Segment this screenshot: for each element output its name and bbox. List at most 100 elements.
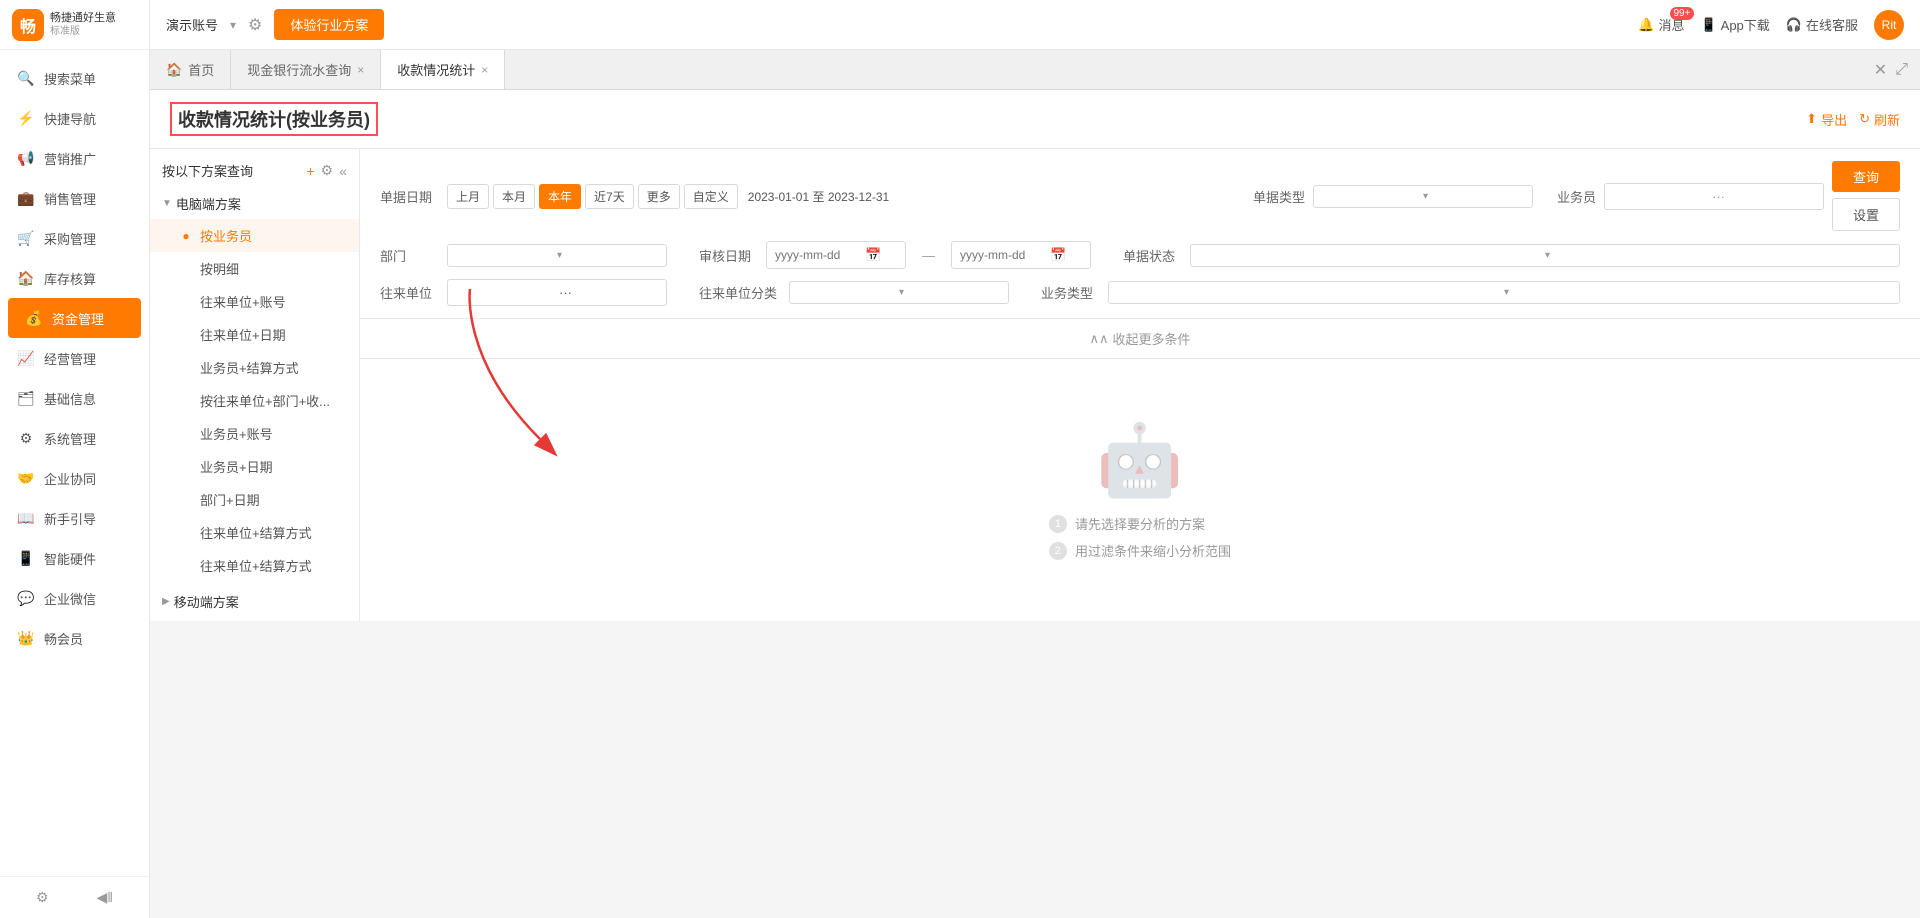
- doc-status-select[interactable]: ▾: [1190, 244, 1900, 267]
- sidebar-item-快捷导航[interactable]: ⚡快捷导航: [0, 98, 149, 138]
- sidebar-item-系统管理[interactable]: ⚙系统管理: [0, 418, 149, 458]
- tab-bank-flow-close[interactable]: ×: [357, 63, 364, 77]
- counterparty-label: 往来单位: [380, 283, 435, 302]
- sidebar-item-畅会员[interactable]: 👑畅会员: [0, 618, 149, 658]
- settings-footer-icon[interactable]: ⚙: [36, 889, 49, 906]
- export-btn[interactable]: ⬆ 导出: [1806, 110, 1847, 129]
- scheme-item-label-1: 按明细: [200, 259, 239, 278]
- tabs-right: ✕ ⤢: [1862, 50, 1920, 89]
- counterparty-category-select[interactable]: ▾: [789, 281, 1009, 304]
- scheme-group-mobile-title[interactable]: ▶ 移动端方案: [150, 586, 359, 617]
- sidebar-footer: ⚙ ◀‖: [0, 876, 149, 918]
- app-download-btn[interactable]: 📱 App下载: [1700, 15, 1769, 34]
- messages-btn[interactable]: 🔔 消息 99+: [1638, 15, 1684, 34]
- salesperson-select[interactable]: ···: [1604, 183, 1824, 210]
- doc-type-select[interactable]: ▾: [1313, 185, 1533, 208]
- tab-bank-flow[interactable]: 现金银行流水查询 ×: [231, 50, 381, 89]
- sidebar-item-营销推广[interactable]: 📢营销推广: [0, 138, 149, 178]
- add-scheme-btn[interactable]: +: [306, 163, 314, 179]
- calendar-to-icon: 📅: [1050, 247, 1066, 263]
- sidebar-icon-4: 🛒: [16, 228, 36, 248]
- scheme-item-7[interactable]: 业务员+日期: [150, 450, 359, 483]
- scheme-group-desktop-title[interactable]: ▼ 电脑端方案: [150, 188, 359, 219]
- sidebar-item-资金管理[interactable]: 💰资金管理: [8, 298, 141, 338]
- sidebar-item-企业微信[interactable]: 💬企业微信: [0, 578, 149, 618]
- tab-home[interactable]: 🏠 首页: [150, 50, 231, 89]
- counterparty-select[interactable]: ···: [447, 279, 667, 306]
- scheme-item-8[interactable]: 部门+日期: [150, 483, 359, 516]
- date-btn-last-month[interactable]: 上月: [447, 184, 489, 209]
- department-select[interactable]: ▾: [447, 244, 667, 267]
- close-all-tabs-icon[interactable]: ✕: [1874, 60, 1887, 80]
- sidebar-nav: 🔍搜索菜单⚡快捷导航📢营销推广💼销售管理🛒采购管理🏠库存核算💰资金管理📈经营管理…: [0, 50, 149, 876]
- expand-tabs-icon[interactable]: ⤢: [1895, 61, 1908, 79]
- trial-btn[interactable]: 体验行业方案: [274, 9, 384, 40]
- filter-row-3: 往来单位 ··· 往来单位分类 ▾ 业务类型: [380, 279, 1900, 306]
- sidebar-item-采购管理[interactable]: 🛒采购管理: [0, 218, 149, 258]
- scheme-item-0[interactable]: ●按业务员: [150, 219, 359, 252]
- sidebar-label-9: 系统管理: [44, 429, 96, 448]
- sidebar-icon-7: 📈: [16, 348, 36, 368]
- sidebar-item-销售管理[interactable]: 💼销售管理: [0, 178, 149, 218]
- sidebar-item-智能硬件[interactable]: 📱智能硬件: [0, 538, 149, 578]
- page-title-box: 收款情况统计(按业务员): [170, 102, 378, 136]
- collapse-icon: ∧∧: [1089, 331, 1108, 347]
- group-arrow-icon: ▼: [162, 198, 172, 209]
- online-service-btn[interactable]: 🎧 在线客服: [1786, 15, 1858, 34]
- sidebar-icon-8: 🗂: [16, 388, 36, 408]
- scheme-item-1[interactable]: 按明细: [150, 252, 359, 285]
- gear-scheme-btn[interactable]: ⚙: [321, 162, 334, 179]
- query-btn[interactable]: 查询: [1832, 161, 1900, 192]
- review-date-from-input[interactable]: [775, 248, 865, 262]
- sidebar-item-基础信息[interactable]: 🗂基础信息: [0, 378, 149, 418]
- date-btn-7days[interactable]: 近7天: [585, 184, 634, 209]
- review-date-to-input[interactable]: [960, 248, 1050, 262]
- scheme-item-10[interactable]: 往来单位+结算方式: [150, 549, 359, 582]
- date-btn-this-year[interactable]: 本年: [539, 184, 581, 209]
- home-icon: 🏠: [166, 62, 182, 78]
- scheme-item-6[interactable]: 业务员+账号: [150, 417, 359, 450]
- group-mobile-label: 移动端方案: [174, 592, 239, 611]
- scheme-item-9[interactable]: 往来单位+结算方式: [150, 516, 359, 549]
- sidebar-item-新手引导[interactable]: 📖新手引导: [0, 498, 149, 538]
- scheme-header-label: 按以下方案查询: [162, 161, 253, 180]
- date-btn-more[interactable]: 更多: [638, 184, 680, 209]
- collapse-sidebar-icon[interactable]: ◀‖: [96, 889, 113, 906]
- sidebar-icon-1: ⚡: [16, 108, 36, 128]
- salesperson-dots-icon[interactable]: ···: [1712, 189, 1809, 204]
- sidebar-item-库存核算[interactable]: 🏠库存核算: [0, 258, 149, 298]
- sidebar-item-经营管理[interactable]: 📈经营管理: [0, 338, 149, 378]
- scheme-item-label-6: 业务员+账号: [200, 424, 273, 443]
- scheme-item-3[interactable]: 往来单位+日期: [150, 318, 359, 351]
- date-btn-custom[interactable]: 自定义: [684, 184, 738, 209]
- user-avatar[interactable]: Rit: [1874, 10, 1904, 40]
- scheme-item-label-0: 按业务员: [200, 226, 252, 245]
- refresh-btn[interactable]: ↻ 刷新: [1859, 110, 1900, 129]
- review-date-from[interactable]: 📅: [766, 241, 906, 269]
- scheme-item-icon-6: [178, 426, 194, 442]
- sidebar-item-企业协同[interactable]: 🤝企业协同: [0, 458, 149, 498]
- scheme-header-actions: + ⚙ «: [306, 162, 347, 179]
- sidebar-item-搜索菜单[interactable]: 🔍搜索菜单: [0, 58, 149, 98]
- scheme-item-5[interactable]: 按往来单位+部门+收...: [150, 384, 359, 417]
- settings-btn[interactable]: 设置: [1832, 198, 1900, 231]
- sidebar-icon-0: 🔍: [16, 68, 36, 88]
- sidebar-label-5: 库存核算: [44, 269, 96, 288]
- date-btn-this-month[interactable]: 本月: [493, 184, 535, 209]
- topbar-arrow-icon[interactable]: ▾: [230, 18, 236, 32]
- logo-icon: 畅: [12, 9, 44, 41]
- scheme-item-2[interactable]: 往来单位+账号: [150, 285, 359, 318]
- tab-receipt-stats[interactable]: 收款情况统计 ×: [381, 50, 505, 89]
- business-type-select[interactable]: ▾: [1108, 281, 1900, 304]
- scheme-item-4[interactable]: 业务员+结算方式: [150, 351, 359, 384]
- scheme-item-label-9: 往来单位+结算方式: [200, 523, 312, 542]
- filter-area: 单据日期 上月 本月 本年 近7天 更多 自定义 2023-01-01 至 20…: [360, 149, 1920, 319]
- collapse-scheme-btn[interactable]: «: [339, 163, 347, 179]
- counterparty-dots-icon[interactable]: ···: [559, 285, 656, 300]
- tab-receipt-stats-close[interactable]: ×: [481, 63, 488, 77]
- review-date-to[interactable]: 📅: [951, 241, 1091, 269]
- topbar-gear-icon[interactable]: ⚙: [248, 15, 262, 35]
- collapse-more-btn[interactable]: ∧∧ 收起更多条件: [1089, 329, 1190, 348]
- desktop-scheme-items: ●按业务员按明细往来单位+账号往来单位+日期业务员+结算方式按往来单位+部门+收…: [150, 219, 359, 582]
- doc-status-label: 单据状态: [1123, 246, 1178, 265]
